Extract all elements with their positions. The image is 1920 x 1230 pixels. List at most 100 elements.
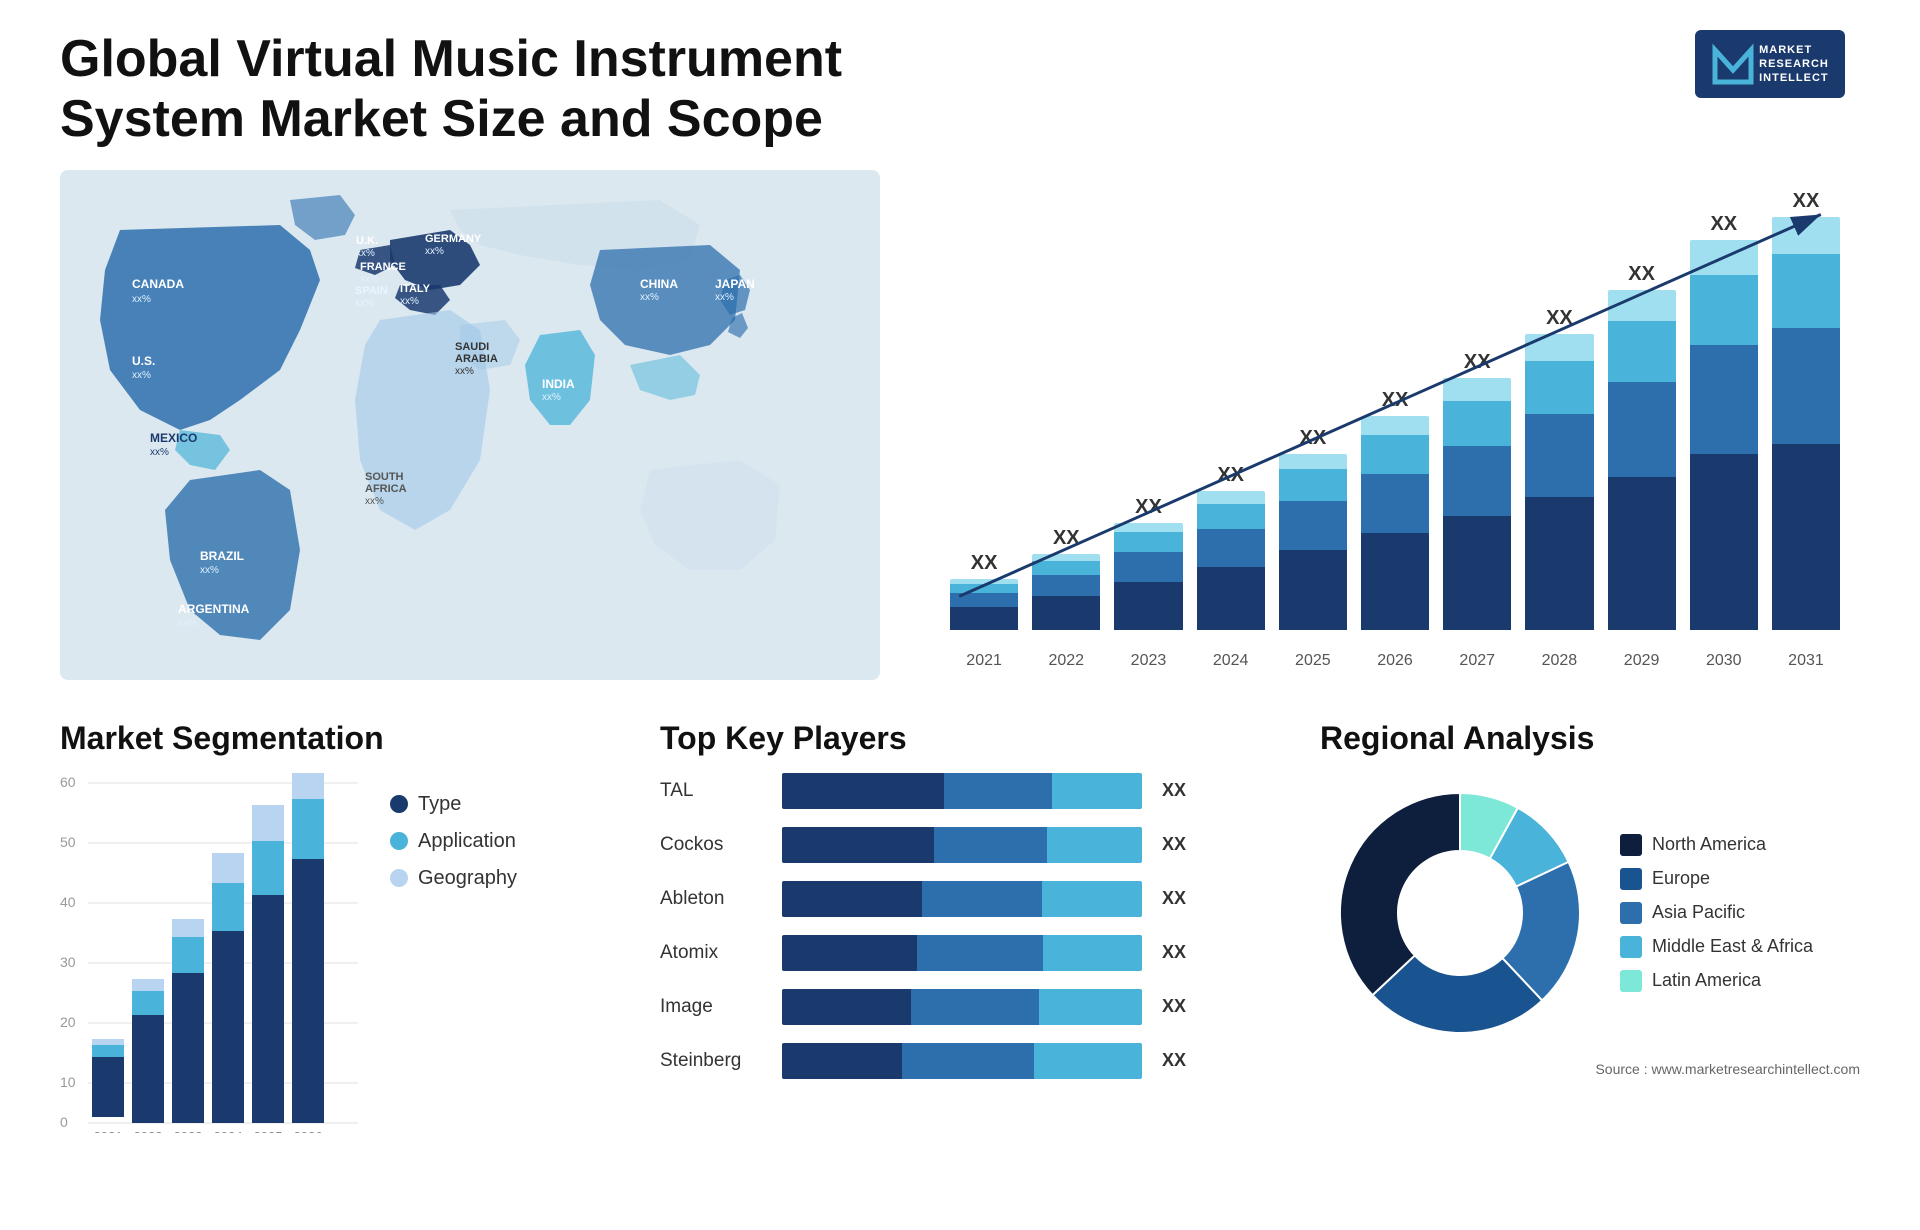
bar-segment-1 <box>1197 567 1265 629</box>
page-container: Global Virtual Music Instrument System M… <box>0 0 1920 1230</box>
bar-segment-3 <box>1361 435 1429 473</box>
bar-segment-2 <box>1690 345 1758 454</box>
bar-segment-2 <box>1361 474 1429 534</box>
bar-group: XX <box>1525 190 1593 630</box>
players-list: TALXXCockosXXAbletonXXAtomixXXImageXXSte… <box>660 773 1280 1087</box>
map-svg: CANADA xx% U.S. xx% MEXICO xx% BRAZIL xx… <box>60 170 880 680</box>
x-label: 2029 <box>1608 652 1676 670</box>
bar-segment-2 <box>1114 552 1182 582</box>
player-bar-container <box>782 773 1142 809</box>
player-row: AtomixXX <box>660 935 1280 971</box>
bar-segment-4 <box>1443 378 1511 401</box>
svg-text:xx%: xx% <box>365 496 384 507</box>
svg-text:0: 0 <box>60 1114 68 1130</box>
bar-top-label: XX <box>1628 263 1655 286</box>
bar-group: XX <box>1690 190 1758 630</box>
svg-text:2021: 2021 <box>94 1129 123 1133</box>
reg-legend-label: North America <box>1652 834 1766 855</box>
player-bar-container <box>782 935 1142 971</box>
svg-text:xx%: xx% <box>360 274 379 285</box>
svg-text:xx%: xx% <box>715 292 734 303</box>
bar-segment-1 <box>1690 454 1758 629</box>
reg-legend-item: Latin America <box>1620 970 1813 992</box>
legend-type-label: Type <box>418 793 461 816</box>
bar-segment-4 <box>1114 523 1182 533</box>
player-xx-label: XX <box>1162 996 1186 1017</box>
x-label: 2022 <box>1032 652 1100 670</box>
svg-text:2022: 2022 <box>134 1129 163 1133</box>
x-label: 2024 <box>1197 652 1265 670</box>
svg-text:50: 50 <box>60 834 76 850</box>
player-name: Cockos <box>660 834 770 856</box>
x-label: 2021 <box>950 652 1018 670</box>
reg-legend-color <box>1620 970 1642 992</box>
player-row: SteinbergXX <box>660 1043 1280 1079</box>
reg-legend-item: Asia Pacific <box>1620 902 1813 924</box>
reg-legend-label: Europe <box>1652 868 1710 889</box>
player-bar-seg-1 <box>782 989 911 1025</box>
bar-stack <box>1361 416 1429 630</box>
legend-application-dot <box>390 832 408 850</box>
bar-segment-1 <box>1608 477 1676 630</box>
svg-text:10: 10 <box>60 1074 76 1090</box>
bar-top-label: XX <box>971 552 998 575</box>
key-players-title: Top Key Players <box>660 720 1280 757</box>
bar-segment-2 <box>1279 501 1347 550</box>
segmentation-section: Market Segmentation 60 50 40 30 20 10 0 <box>60 720 620 1200</box>
bar-segment-3 <box>1525 361 1593 414</box>
x-label: 2031 <box>1772 652 1840 670</box>
source-text: Source : www.marketresearchintellect.com <box>1320 1061 1860 1077</box>
bar-stack <box>1197 491 1265 629</box>
svg-text:BRAZIL: BRAZIL <box>200 549 244 563</box>
player-bar-seg-2 <box>917 935 1043 971</box>
bar-stack <box>1114 523 1182 630</box>
x-label: 2028 <box>1525 652 1593 670</box>
logo: MARKET RESEARCH INTELLECT <box>1680 30 1860 98</box>
svg-text:xx%: xx% <box>132 370 151 381</box>
svg-text:FRANCE: FRANCE <box>360 261 406 273</box>
x-label: 2026 <box>1361 652 1429 670</box>
regional-title: Regional Analysis <box>1320 720 1860 757</box>
player-name: Image <box>660 996 770 1018</box>
bar-segment-4 <box>1197 491 1265 503</box>
svg-text:ITALY: ITALY <box>400 283 431 295</box>
player-row: TALXX <box>660 773 1280 809</box>
svg-text:xx%: xx% <box>355 298 374 309</box>
svg-text:AFRICA: AFRICA <box>365 483 407 495</box>
player-bar-seg-1 <box>782 881 922 917</box>
player-bar-container <box>782 827 1142 863</box>
svg-text:SAUDI: SAUDI <box>455 341 489 353</box>
x-label: 2030 <box>1690 652 1758 670</box>
bar-stack <box>1443 378 1511 629</box>
svg-text:30: 30 <box>60 954 76 970</box>
bar-stack <box>1279 454 1347 630</box>
player-bar-seg-1 <box>782 773 944 809</box>
bar-segment-4 <box>1525 334 1593 361</box>
bar-top-label: XX <box>1135 496 1162 519</box>
bar-segment-1 <box>1279 550 1347 629</box>
bar-group: XX <box>1032 190 1100 630</box>
bar-top-label: XX <box>1382 389 1409 412</box>
bar-segment-2 <box>1197 529 1265 568</box>
reg-legend-label: Asia Pacific <box>1652 902 1745 923</box>
reg-legend-color <box>1620 936 1642 958</box>
bar-segment-3 <box>950 584 1018 593</box>
seg-legend: Type Application Geography <box>390 773 517 890</box>
logo-line3: INTELLECT <box>1759 71 1829 85</box>
svg-text:xx%: xx% <box>200 565 219 576</box>
player-bar-seg-2 <box>934 827 1048 863</box>
player-name: Atomix <box>660 942 770 964</box>
legend-geography-dot <box>390 869 408 887</box>
seg-chart-svg: 60 50 40 30 20 10 0 <box>60 773 360 1133</box>
player-xx-label: XX <box>1162 834 1186 855</box>
player-bar-seg-3 <box>1039 989 1142 1025</box>
bar-stack <box>1608 290 1676 629</box>
player-xx-label: XX <box>1162 888 1186 909</box>
player-bar-seg-1 <box>782 827 934 863</box>
player-bar-container <box>782 989 1142 1025</box>
bar-segment-3 <box>1197 504 1265 529</box>
player-xx-label: XX <box>1162 1050 1186 1071</box>
svg-text:xx%: xx% <box>425 246 444 257</box>
player-bar-seg-2 <box>922 881 1042 917</box>
player-bar-seg-1 <box>782 935 917 971</box>
